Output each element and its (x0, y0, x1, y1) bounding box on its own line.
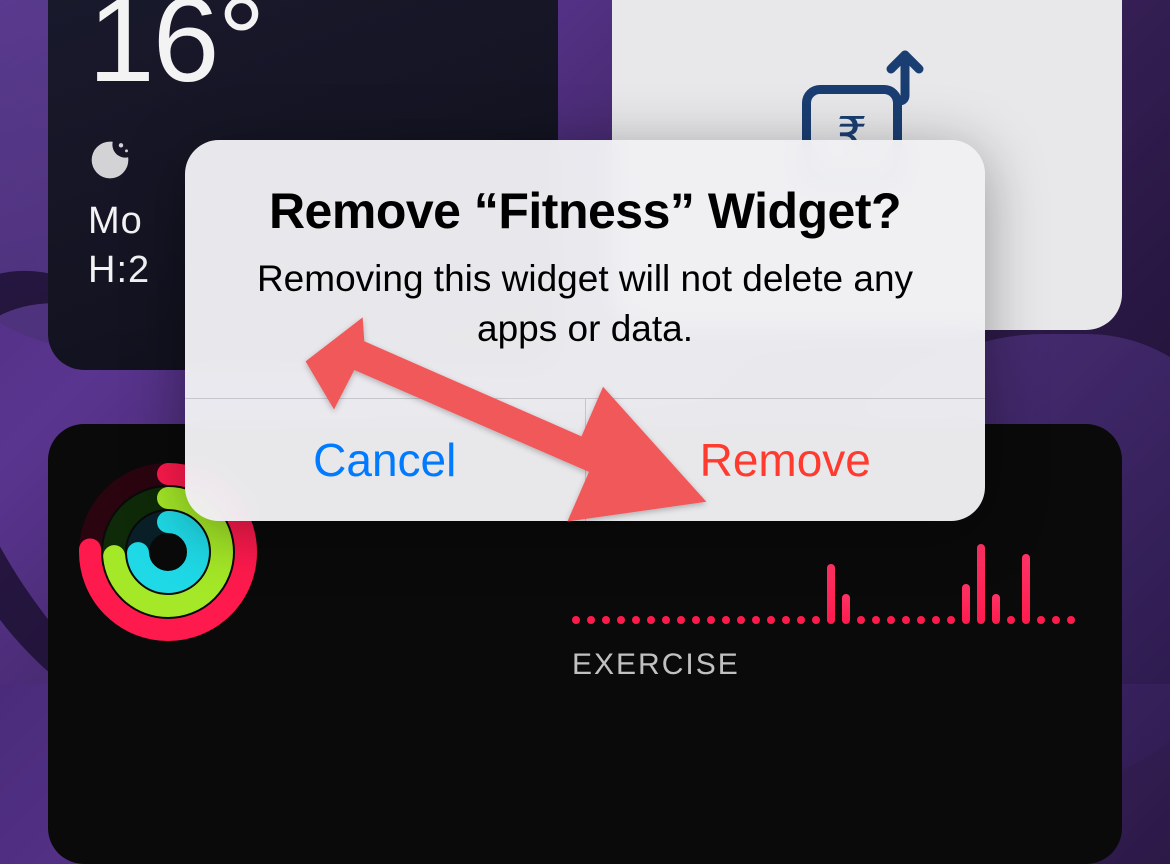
chart-bar (767, 616, 775, 624)
dialog-title: Remove “Fitness” Widget? (225, 182, 945, 240)
chart-bar (992, 594, 1000, 624)
chart-bar (782, 616, 790, 624)
chart-bar (1007, 616, 1015, 624)
chart-bar (842, 594, 850, 624)
chart-bar (602, 616, 610, 624)
chart-bar (1022, 554, 1030, 624)
chart-bar (902, 616, 910, 624)
remove-widget-dialog: Remove “Fitness” Widget? Removing this w… (185, 140, 985, 521)
chart-bar (1067, 616, 1075, 624)
chart-bar (977, 544, 985, 624)
chart-bar (677, 616, 685, 624)
chart-bar (827, 564, 835, 624)
chart-bar (647, 616, 655, 624)
chart-bar (617, 616, 625, 624)
chart-bar (587, 616, 595, 624)
arrow-up-icon (881, 47, 929, 107)
remove-button[interactable]: Remove (586, 399, 986, 521)
chart-bar (857, 616, 865, 624)
chart-bar (692, 616, 700, 624)
chart-bar (872, 616, 880, 624)
chart-bar (737, 616, 745, 624)
chart-bar (812, 616, 820, 624)
chart-bar (947, 616, 955, 624)
chart-bar (1052, 616, 1060, 624)
chart-bar (797, 616, 805, 624)
chart-bar (722, 616, 730, 624)
chart-bar (932, 616, 940, 624)
chart-bar (962, 584, 970, 624)
temperature-value: 16° (88, 0, 518, 100)
chart-bar (917, 616, 925, 624)
cancel-button[interactable]: Cancel (185, 399, 586, 521)
chart-bar (707, 616, 715, 624)
dialog-button-row: Cancel Remove (185, 398, 985, 521)
chart-bar (632, 616, 640, 624)
exercise-label: EXERCISE (572, 648, 1092, 682)
chart-bar (752, 616, 760, 624)
chart-bar (662, 616, 670, 624)
chart-bar (887, 616, 895, 624)
exercise-bar-chart (572, 524, 1092, 624)
chart-bar (1037, 616, 1045, 624)
chart-bar (572, 616, 580, 624)
dialog-message: Removing this widget will not delete any… (225, 254, 945, 354)
